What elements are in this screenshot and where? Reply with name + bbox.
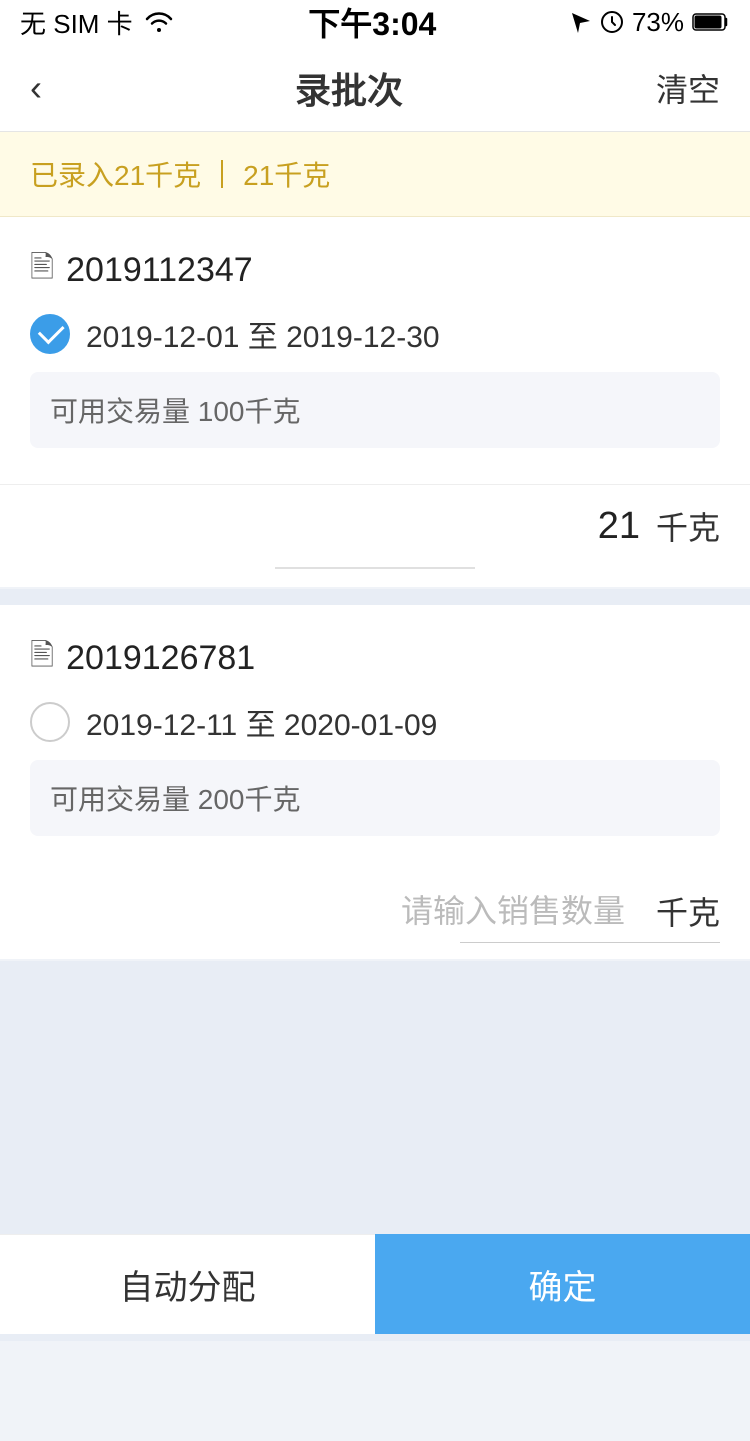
batch-2-row: 2019-12-11 至 2020-01-09 (30, 700, 720, 744)
batch-2-header: 🖹 2019126781 (30, 633, 720, 684)
batch-2-underline (460, 942, 720, 943)
status-right: 73% (570, 7, 730, 38)
section-gap-1 (0, 589, 750, 605)
status-bar: 无 SIM 卡 下午3:04 73% (0, 0, 750, 44)
batch-1-avail-box: 可用交易量 100千克 (30, 372, 720, 448)
batch-2-unit: 千克 (656, 888, 720, 934)
battery-text: 73% (632, 7, 684, 38)
batch-2-qty-input[interactable] (300, 893, 640, 930)
batch-1-section-divider (275, 567, 475, 569)
summary-banner: 已录入21千克 21千克 (0, 132, 750, 217)
battery-icon (692, 12, 730, 32)
batch-card-2: 🖹 2019126781 2019-12-11 至 2020-01-09 可用交… (0, 605, 750, 959)
batch-2-radio[interactable] (30, 702, 70, 742)
batch-2-avail: 可用交易量 200千克 (50, 784, 301, 815)
batch-1-date: 2019-12-01 至 2019-12-30 (86, 312, 440, 356)
batch-1-qty-value: 21 (598, 505, 640, 548)
batch-1-radio[interactable] (30, 314, 70, 354)
batch-2-input-wrap: 千克 (0, 872, 750, 959)
batch-card-2-inner: 🖹 2019126781 2019-12-11 至 2020-01-09 可用交… (0, 605, 750, 872)
back-button[interactable]: ‹ (30, 67, 42, 109)
status-time: 下午3:04 (308, 0, 436, 45)
clock-icon (600, 10, 624, 34)
batch-2-id: 2019126781 (66, 639, 255, 678)
nav-bar: ‹ 录批次 清空 (0, 44, 750, 132)
batch-card-1-inner: 🖹 2019112347 2019-12-01 至 2019-12-30 可用交… (0, 217, 750, 484)
batch-1-row: 2019-12-01 至 2019-12-30 (30, 312, 720, 356)
total-amount: 21千克 (243, 154, 330, 194)
batch-2-icon: 🖹 (30, 633, 54, 684)
status-left: 无 SIM 卡 (20, 4, 175, 41)
batch-1-divider-wrap (0, 567, 750, 587)
batch-1-id: 2019112347 (66, 251, 253, 290)
batch-1-icon: 🖹 (30, 245, 54, 296)
location-icon (570, 11, 592, 33)
batch-1-avail: 可用交易量 100千克 (50, 396, 301, 427)
confirm-button[interactable]: 确定 (375, 1234, 750, 1334)
clear-button[interactable]: 清空 (656, 65, 720, 111)
page-wrapper: 无 SIM 卡 下午3:04 73% (0, 0, 750, 1441)
bottom-bar: 自动分配 确定 (0, 1234, 750, 1334)
carrier-text: 无 SIM 卡 (20, 4, 133, 41)
batch-1-qty-unit: 千克 (656, 503, 720, 549)
batch-2-input-row: 千克 (30, 888, 720, 934)
summary-divider (221, 160, 223, 188)
batch-1-header: 🖹 2019112347 (30, 245, 720, 296)
batch-2-avail-box: 可用交易量 200千克 (30, 760, 720, 836)
wifi-icon (143, 10, 175, 34)
batch-1-qty-row: 21 千克 (0, 484, 750, 567)
auto-distribute-button[interactable]: 自动分配 (0, 1234, 375, 1334)
recorded-amount: 已录入21千克 (30, 154, 201, 194)
batch-2-date: 2019-12-11 至 2020-01-09 (86, 700, 437, 744)
page-title: 录批次 (295, 62, 403, 114)
batch-card-1: 🖹 2019112347 2019-12-01 至 2019-12-30 可用交… (0, 217, 750, 587)
